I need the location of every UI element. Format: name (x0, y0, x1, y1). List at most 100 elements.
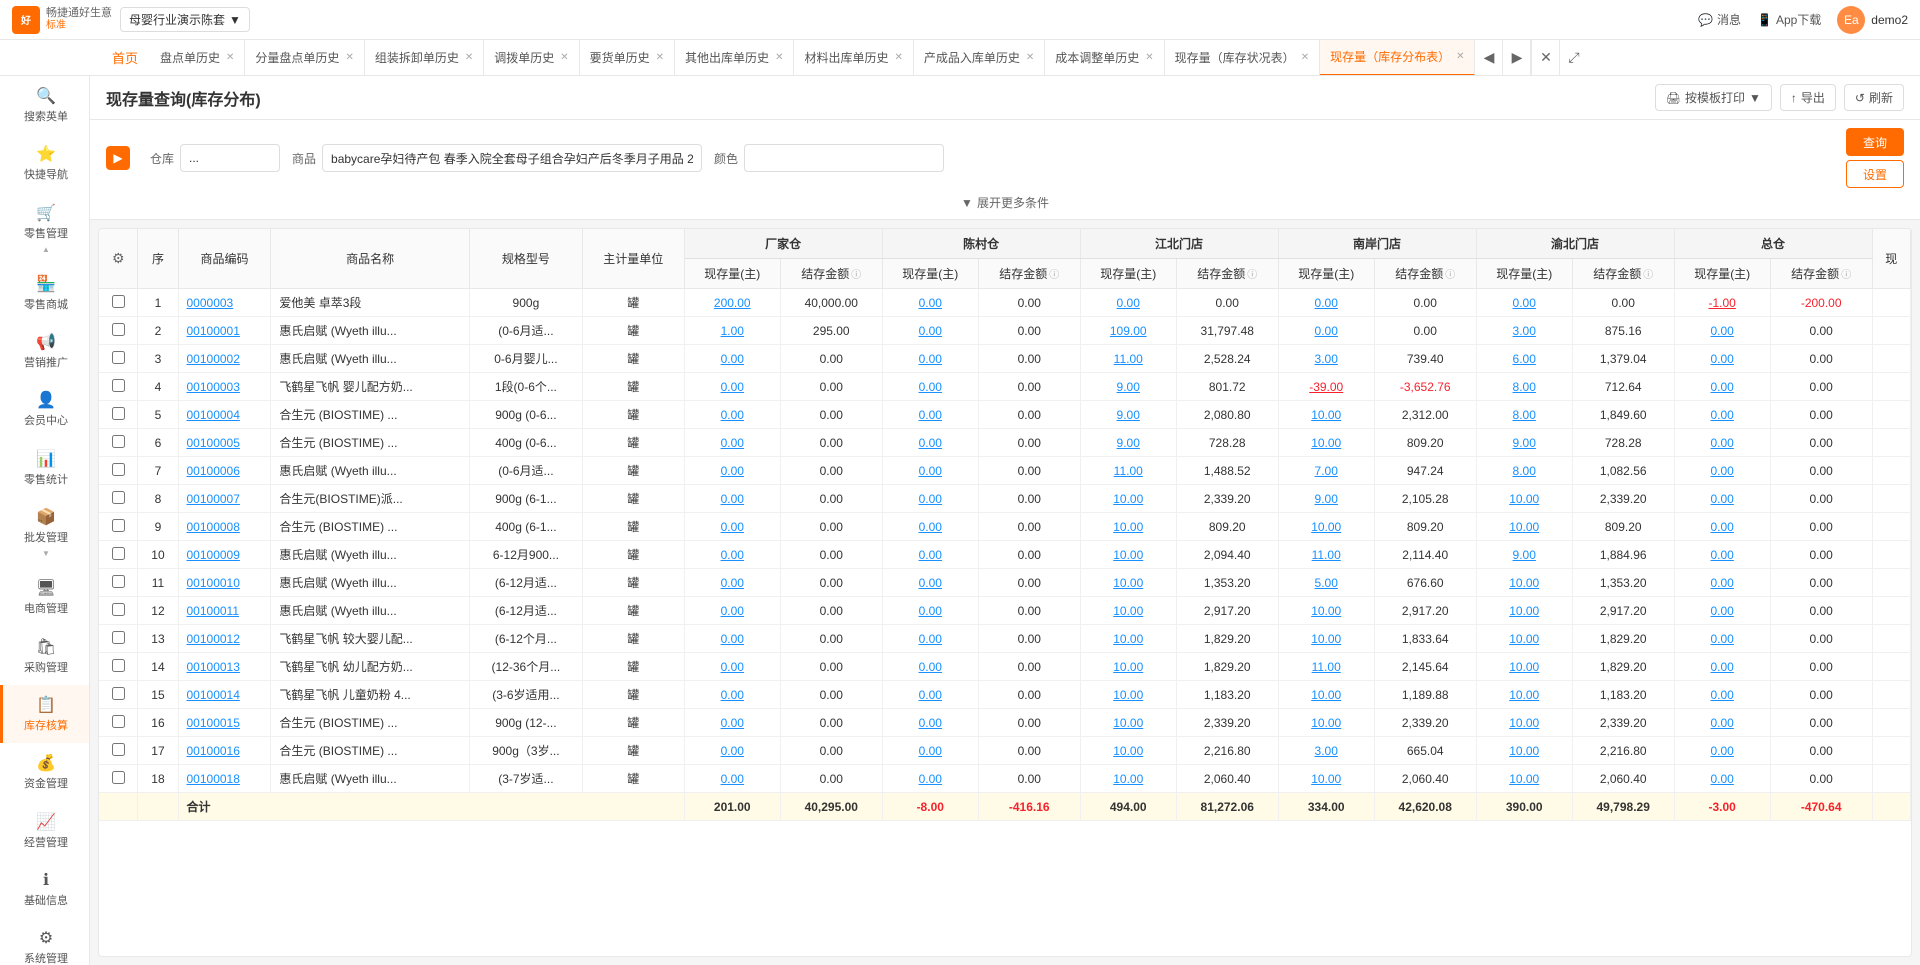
row-factory-stock[interactable]: 0.00 (684, 625, 780, 653)
row-code[interactable]: 00100008 (178, 513, 271, 541)
row-factory-stock[interactable]: 0.00 (684, 765, 780, 793)
row-nanan-stock[interactable]: 10.00 (1278, 597, 1374, 625)
row-factory-stock[interactable]: 0.00 (684, 681, 780, 709)
row-factory-stock[interactable]: 1.00 (684, 317, 780, 345)
sidebar-item-system[interactable]: ⚙ 系统管理 (0, 918, 89, 965)
row-nanan-stock[interactable]: 7.00 (1278, 457, 1374, 485)
row-checkbox[interactable] (99, 513, 138, 541)
row-yuzhong-stock[interactable]: 8.00 (1476, 401, 1572, 429)
row-jiangbei-stock[interactable]: 9.00 (1080, 373, 1176, 401)
row-yuzhong-stock[interactable]: 10.00 (1476, 569, 1572, 597)
row-jiangbei-stock[interactable]: 10.00 (1080, 597, 1176, 625)
row-nanan-stock[interactable]: 3.00 (1278, 737, 1374, 765)
message-btn[interactable]: 💬 消息 (1698, 11, 1741, 28)
sidebar-item-basic-info[interactable]: ℹ 基础信息 (0, 860, 89, 918)
sidebar-item-retail-mgmt[interactable]: 🛒 零售管理 ▲ (0, 193, 89, 264)
row-factory-stock[interactable]: 0.00 (684, 429, 780, 457)
tab-other-out[interactable]: 其他出库单历史 ✕ (675, 40, 794, 76)
row-code[interactable]: 00100016 (178, 737, 271, 765)
row-total-stock[interactable]: 0.00 (1674, 401, 1770, 429)
row-jiangbei-stock[interactable]: 10.00 (1080, 485, 1176, 513)
sidebar-item-operation[interactable]: 📈 经营管理 (0, 802, 89, 860)
row-checkbox[interactable] (99, 373, 138, 401)
tab-purchase[interactable]: 要货单历史 ✕ (580, 40, 675, 76)
row-total-stock[interactable]: -1.00 (1674, 289, 1770, 317)
row-factory-stock[interactable]: 0.00 (684, 597, 780, 625)
row-chenfu-stock[interactable]: 0.00 (882, 373, 978, 401)
tab-stock-dist[interactable]: 现存量（库存分布表） ✕ (1320, 40, 1475, 76)
info-icon[interactable]: ⓘ (1643, 270, 1653, 281)
row-factory-stock[interactable]: 0.00 (684, 513, 780, 541)
industry-selector[interactable]: 母婴行业演示陈套 ▼ (120, 7, 250, 32)
expand-conditions-btn[interactable]: ▼ 展开更多条件 (106, 194, 1904, 211)
row-yuzhong-stock[interactable]: 10.00 (1476, 485, 1572, 513)
row-nanan-stock[interactable]: 10.00 (1278, 401, 1374, 429)
row-total-stock[interactable]: 0.00 (1674, 709, 1770, 737)
row-total-stock[interactable]: 0.00 (1674, 457, 1770, 485)
tab-close-icon[interactable]: ✕ (345, 52, 353, 63)
row-total-stock[interactable]: 0.00 (1674, 681, 1770, 709)
info-icon[interactable]: ⓘ (1247, 270, 1257, 281)
row-factory-stock[interactable]: 0.00 (684, 709, 780, 737)
row-checkbox[interactable] (99, 681, 138, 709)
row-yuzhong-stock[interactable]: 8.00 (1476, 373, 1572, 401)
row-total-stock[interactable]: 0.00 (1674, 653, 1770, 681)
row-yuzhong-stock[interactable]: 8.00 (1476, 457, 1572, 485)
row-checkbox[interactable] (99, 541, 138, 569)
row-total-stock[interactable]: 0.00 (1674, 737, 1770, 765)
row-nanan-stock[interactable]: 0.00 (1278, 317, 1374, 345)
row-yuzhong-stock[interactable]: 10.00 (1476, 597, 1572, 625)
export-btn[interactable]: ↑ 导出 (1780, 84, 1836, 111)
row-jiangbei-stock[interactable]: 11.00 (1080, 345, 1176, 373)
print-btn[interactable]: 🖨 按模板打印 ▼ (1655, 84, 1772, 111)
tab-material-out[interactable]: 材料出库单历史 ✕ (794, 40, 913, 76)
row-total-stock[interactable]: 0.00 (1674, 429, 1770, 457)
row-chenfu-stock[interactable]: 0.00 (882, 485, 978, 513)
row-nanan-stock[interactable]: 0.00 (1278, 289, 1374, 317)
sidebar-item-retail-shop[interactable]: 🏪 零售商城 (0, 264, 89, 322)
row-yuzhong-stock[interactable]: 6.00 (1476, 345, 1572, 373)
row-code[interactable]: 00100014 (178, 681, 271, 709)
th-gear[interactable]: ⚙ (99, 229, 138, 289)
row-code[interactable]: 00100010 (178, 569, 271, 597)
row-checkbox[interactable] (99, 737, 138, 765)
row-chenfu-stock[interactable]: 0.00 (882, 345, 978, 373)
sidebar-item-ecommerce[interactable]: 🖥 电商管理 (0, 568, 89, 626)
tab-close-icon[interactable]: ✕ (1026, 52, 1034, 63)
info-icon[interactable]: ⓘ (851, 270, 861, 281)
warehouse-input[interactable] (180, 144, 280, 172)
row-total-stock[interactable]: 0.00 (1674, 317, 1770, 345)
row-factory-stock[interactable]: 0.00 (684, 569, 780, 597)
row-chenfu-stock[interactable]: 0.00 (882, 289, 978, 317)
row-code[interactable]: 00100018 (178, 765, 271, 793)
row-total-stock[interactable]: 0.00 (1674, 485, 1770, 513)
tab-home[interactable]: 首页 (100, 48, 150, 67)
row-yuzhong-stock[interactable]: 10.00 (1476, 681, 1572, 709)
tab-close-icon[interactable]: ✕ (560, 52, 568, 63)
row-jiangbei-stock[interactable]: 11.00 (1080, 457, 1176, 485)
row-code[interactable]: 00100007 (178, 485, 271, 513)
row-chenfu-stock[interactable]: 0.00 (882, 597, 978, 625)
tab-product-in[interactable]: 产成品入库单历史 ✕ (914, 40, 1045, 76)
row-jiangbei-stock[interactable]: 9.00 (1080, 401, 1176, 429)
row-checkbox[interactable] (99, 345, 138, 373)
row-jiangbei-stock[interactable]: 9.00 (1080, 429, 1176, 457)
row-total-stock[interactable]: 0.00 (1674, 765, 1770, 793)
row-nanan-stock[interactable]: 11.00 (1278, 653, 1374, 681)
info-icon[interactable]: ⓘ (1445, 270, 1455, 281)
row-chenfu-stock[interactable]: 0.00 (882, 513, 978, 541)
row-total-stock[interactable]: 0.00 (1674, 345, 1770, 373)
row-chenfu-stock[interactable]: 0.00 (882, 625, 978, 653)
row-code[interactable]: 00100006 (178, 457, 271, 485)
row-yuzhong-stock[interactable]: 0.00 (1476, 289, 1572, 317)
row-jiangbei-stock[interactable]: 10.00 (1080, 625, 1176, 653)
user-area[interactable]: Ea demo2 (1837, 6, 1908, 34)
row-checkbox[interactable] (99, 457, 138, 485)
row-jiangbei-stock[interactable]: 109.00 (1080, 317, 1176, 345)
row-factory-stock[interactable]: 0.00 (684, 653, 780, 681)
row-total-stock[interactable]: 0.00 (1674, 373, 1770, 401)
sidebar-item-finance[interactable]: 💰 资金管理 (0, 743, 89, 801)
row-nanan-stock[interactable]: 11.00 (1278, 541, 1374, 569)
filter-toggle-btn[interactable]: ▶ (106, 146, 130, 170)
row-factory-stock[interactable]: 0.00 (684, 345, 780, 373)
